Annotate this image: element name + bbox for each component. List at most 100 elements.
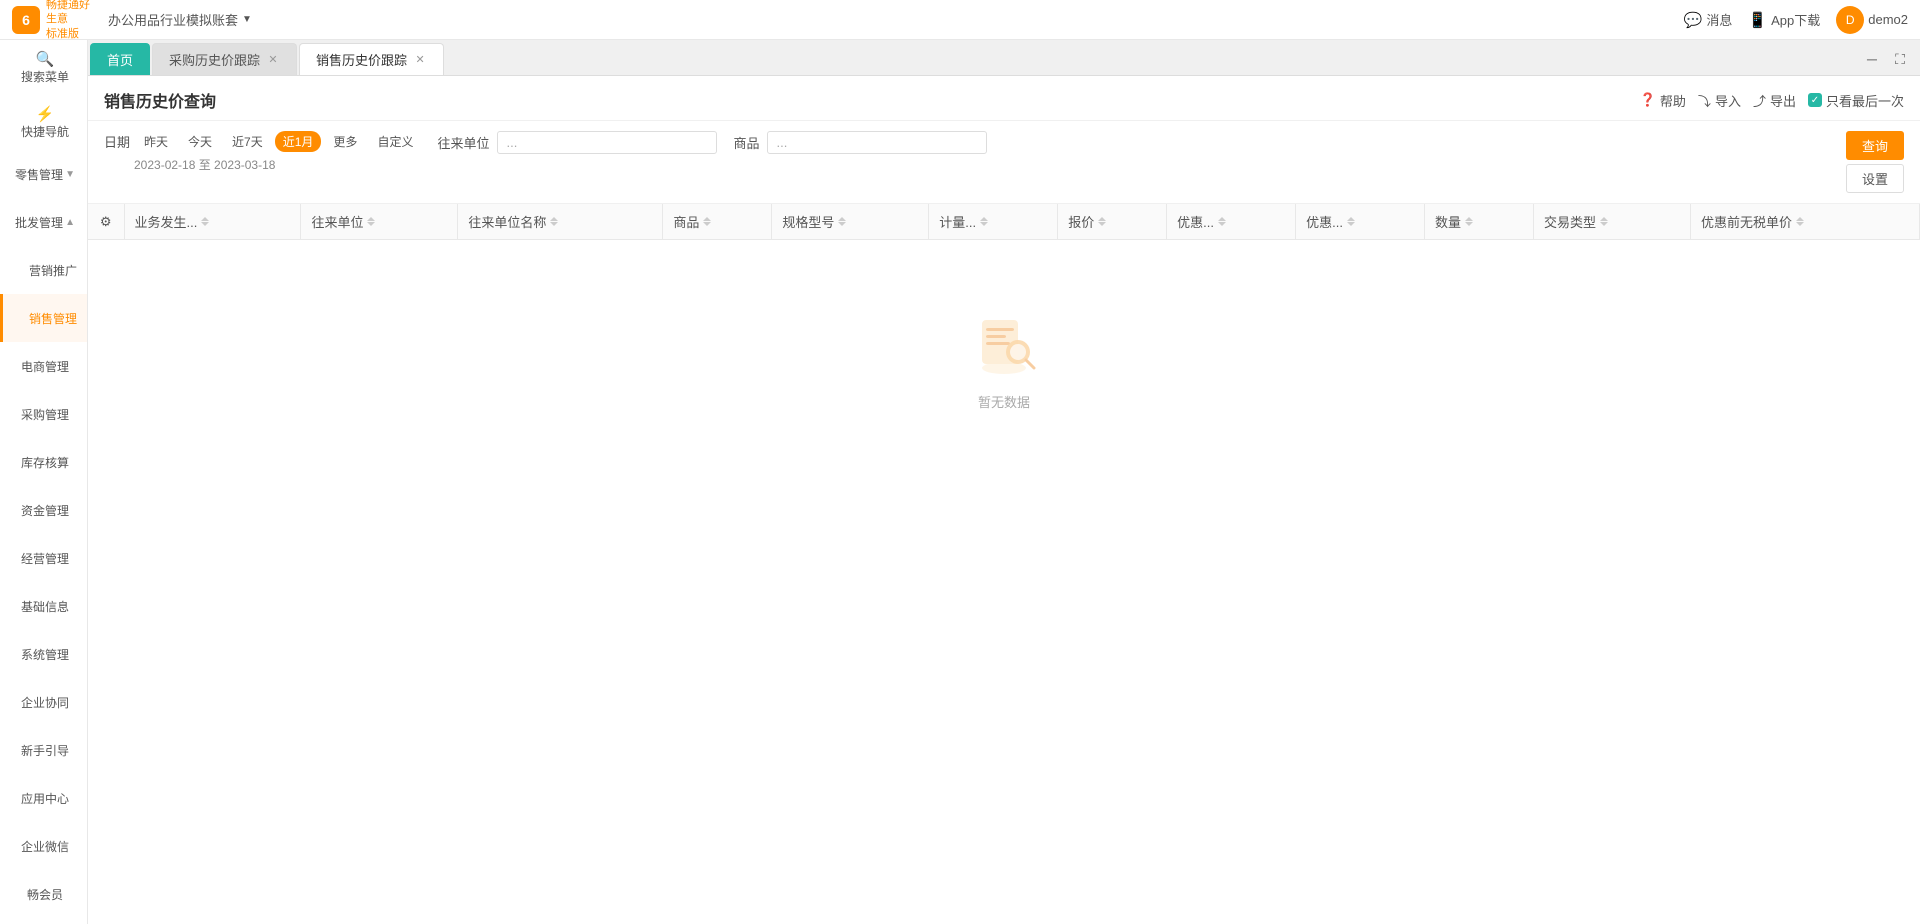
app-icon: 📱 xyxy=(1748,11,1767,29)
goods-dots: ... xyxy=(776,135,787,150)
sort-spec[interactable]: 规格型号 xyxy=(782,212,918,231)
query-button[interactable]: 查询 xyxy=(1846,131,1904,160)
tab-maximize-button[interactable]: ⛶ xyxy=(1888,47,1912,71)
tab-purchase-history-label: 采购历史价跟踪 xyxy=(169,50,260,69)
date-more-btn[interactable]: 更多 xyxy=(325,131,365,152)
col-trade-type-label: 交易类型 xyxy=(1544,212,1596,231)
col-discount2[interactable]: 优惠... xyxy=(1296,204,1425,240)
sort-goods[interactable]: 商品 xyxy=(673,212,761,231)
user-label: demo2 xyxy=(1868,12,1908,27)
sort-biz-date-icon xyxy=(201,217,209,226)
only-last-checkbox[interactable]: ✓ 只看最后一次 xyxy=(1808,91,1904,110)
shortcuts-icon: ⚡ xyxy=(36,105,55,123)
empty-state: 暂无数据 xyxy=(88,240,1920,471)
col-quantity[interactable]: 数量 xyxy=(1425,204,1534,240)
col-discount1[interactable]: 优惠... xyxy=(1167,204,1296,240)
col-partner-code[interactable]: 往来单位 xyxy=(301,204,458,240)
sidebar-item-ecommerce[interactable]: 电商管理 xyxy=(0,342,87,390)
sidebar-item-wholesale-label: 批发管理 xyxy=(15,214,63,231)
col-quantity-label: 数量 xyxy=(1435,212,1461,231)
tab-purchase-history[interactable]: 采购历史价跟踪 ✕ xyxy=(152,43,297,75)
sidebar-item-inventory-label: 库存核算 xyxy=(21,454,69,471)
date-filter-group: 日期 昨天 今天 近7天 近1月 更多 自定义 2023-02-18 至 202… xyxy=(104,131,421,173)
app-download-label: App下载 xyxy=(1771,10,1820,29)
sidebar-item-shortcuts[interactable]: ⚡ 快捷导航 xyxy=(0,95,87,150)
goods-label: 商品 xyxy=(733,133,759,152)
sidebar-item-sales[interactable]: 销售管理 xyxy=(0,294,87,342)
header-dropdown[interactable]: 办公用品行业模拟账套 ▼ xyxy=(108,10,252,29)
date-yesterday-btn[interactable]: 昨天 xyxy=(136,131,176,152)
table-header-row: ⚙ 业务发生... 往来单位 xyxy=(88,204,1920,240)
sort-partner-name[interactable]: 往来单位名称 xyxy=(468,212,652,231)
app-download-button[interactable]: 📱 App下载 xyxy=(1748,10,1820,29)
help-button[interactable]: ❓ 帮助 xyxy=(1640,91,1686,110)
date-today-btn[interactable]: 今天 xyxy=(180,131,220,152)
sort-quantity-icon xyxy=(1465,217,1473,226)
sidebar-item-purchase[interactable]: 采购管理 xyxy=(0,390,87,438)
settings-button[interactable]: 设置 xyxy=(1846,164,1904,193)
sidebar-item-finance[interactable]: 资金管理 xyxy=(0,486,87,534)
sidebar: 🔍 搜索菜单 ⚡ 快捷导航 零售管理 ▼ 批发管理 ▲ 营销推广 销售管理 电商… xyxy=(0,40,88,924)
sidebar-item-inventory[interactable]: 库存核算 xyxy=(0,438,87,486)
col-biz-date[interactable]: 业务发生... xyxy=(124,204,301,240)
col-trade-type[interactable]: 交易类型 xyxy=(1533,204,1690,240)
col-partner-name[interactable]: 往来单位名称 xyxy=(458,204,663,240)
sidebar-item-retail[interactable]: 零售管理 ▼ xyxy=(0,150,87,198)
col-no-tax-price[interactable]: 优惠前无税单价 xyxy=(1690,204,1919,240)
user-area[interactable]: D demo2 xyxy=(1836,6,1908,34)
msg-button[interactable]: 💬 消息 xyxy=(1684,10,1733,29)
sidebar-item-system[interactable]: 系统管理 xyxy=(0,630,87,678)
sort-no-tax-price[interactable]: 优惠前无税单价 xyxy=(1701,212,1909,231)
sidebar-item-enterprise[interactable]: 企业协同 xyxy=(0,678,87,726)
dropdown-label: 办公用品行业模拟账套 xyxy=(108,10,238,29)
sort-partner-code[interactable]: 往来单位 xyxy=(311,212,447,231)
export-button[interactable]: ⤴ 导出 xyxy=(1753,91,1796,110)
sidebar-item-wechat-label: 企业微信 xyxy=(21,838,69,855)
sidebar-item-appstore[interactable]: 应用中心 xyxy=(0,774,87,822)
sort-quantity[interactable]: 数量 xyxy=(1435,212,1523,231)
col-unit-label: 计量... xyxy=(939,212,976,231)
import-button[interactable]: ⤵ 导入 xyxy=(1698,91,1741,110)
sidebar-item-search[interactable]: 🔍 搜索菜单 xyxy=(0,40,87,95)
sidebar-item-marketing[interactable]: 营销推广 xyxy=(0,246,87,294)
col-unit[interactable]: 计量... xyxy=(929,204,1058,240)
sort-biz-date[interactable]: 业务发生... xyxy=(135,212,291,231)
empty-text: 暂无数据 xyxy=(978,392,1030,411)
sidebar-item-operations[interactable]: 经营管理 xyxy=(0,534,87,582)
goods-input[interactable]: ... xyxy=(767,131,987,154)
sidebar-item-ecommerce-label: 电商管理 xyxy=(21,358,69,375)
date-range: 2023-02-18 至 2023-03-18 xyxy=(104,156,421,173)
col-spec[interactable]: 规格型号 xyxy=(772,204,929,240)
tab-minimize-button[interactable]: ─ xyxy=(1860,47,1884,71)
tab-sales-history[interactable]: 销售历史价跟踪 ✕ xyxy=(299,43,444,75)
empty-icon xyxy=(964,300,1044,380)
date-last7-btn[interactable]: 近7天 xyxy=(224,131,271,152)
date-options: 昨天 今天 近7天 近1月 更多 自定义 xyxy=(136,131,421,152)
col-goods[interactable]: 商品 xyxy=(663,204,772,240)
content-area: 首页 采购历史价跟踪 ✕ 销售历史价跟踪 ✕ ─ ⛶ 销售历史价查询 xyxy=(88,40,1920,924)
col-goods-label: 商品 xyxy=(673,212,699,231)
gear-icon[interactable]: ⚙ xyxy=(100,214,112,229)
sort-quote[interactable]: 报价 xyxy=(1068,212,1156,231)
sidebar-item-wholesale[interactable]: 批发管理 ▲ xyxy=(0,198,87,246)
date-filter-row: 日期 昨天 今天 近7天 近1月 更多 自定义 xyxy=(104,131,421,152)
page-content: 销售历史价查询 ❓ 帮助 ⤵ 导入 ⤴ 导出 ✓ xyxy=(88,76,1920,924)
sort-trade-type[interactable]: 交易类型 xyxy=(1544,212,1680,231)
sidebar-item-guide[interactable]: 新手引导 xyxy=(0,726,87,774)
tab-sales-history-close[interactable]: ✕ xyxy=(413,53,427,67)
date-custom-btn[interactable]: 自定义 xyxy=(369,131,421,152)
msg-icon: 💬 xyxy=(1684,11,1703,29)
sort-unit[interactable]: 计量... xyxy=(939,212,1047,231)
col-quote[interactable]: 报价 xyxy=(1058,204,1167,240)
sort-discount2[interactable]: 优惠... xyxy=(1306,212,1414,231)
sidebar-item-basic[interactable]: 基础信息 xyxy=(0,582,87,630)
only-last-label: 只看最后一次 xyxy=(1826,91,1904,110)
sidebar-item-search-label: 搜索菜单 xyxy=(21,68,69,85)
tab-purchase-history-close[interactable]: ✕ xyxy=(266,53,280,67)
tab-home[interactable]: 首页 xyxy=(90,43,150,75)
sidebar-item-wechat[interactable]: 企业微信 xyxy=(0,822,87,870)
sort-discount1[interactable]: 优惠... xyxy=(1177,212,1285,231)
sidebar-item-member[interactable]: 畅会员 xyxy=(0,870,87,918)
date-last1month-btn[interactable]: 近1月 xyxy=(275,131,322,152)
partner-input[interactable]: ... xyxy=(497,131,717,154)
